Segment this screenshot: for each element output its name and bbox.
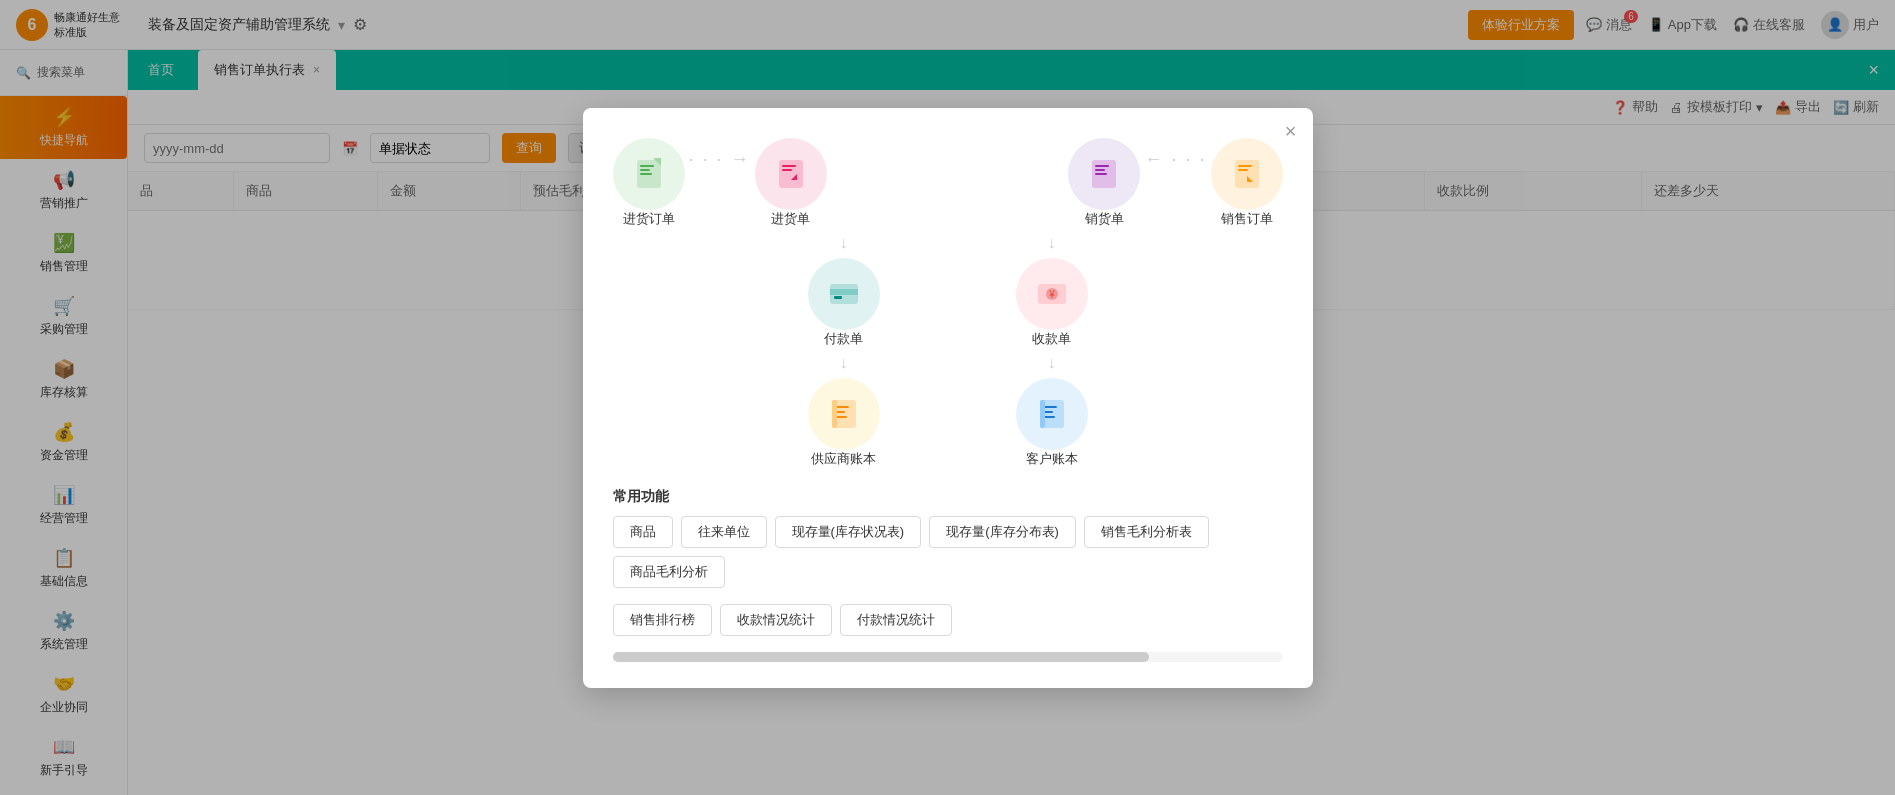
svg-rect-3 [640, 173, 652, 175]
svg-rect-29 [1040, 400, 1045, 428]
sales-order-label: 销售订单 [1221, 210, 1273, 228]
svg-rect-4 [779, 160, 803, 188]
purchase-order-icon [613, 138, 685, 210]
node-customer-account: 客户账本 [987, 378, 1117, 468]
func-buttons-row-1: 商品往来单位现存量(库存状况表)现存量(库存分布表)销售毛利分析表商品毛利分析销… [613, 516, 1283, 636]
purchase-order-label: 进货订单 [623, 210, 675, 228]
node-sales-order: 销售订单 [1211, 138, 1283, 228]
modal-scrollbar-thumb [613, 652, 1149, 662]
node-receipt: ¥ 收款单 [987, 258, 1117, 348]
func-btn-现存量(库存分布表)[interactable]: 现存量(库存分布表) [929, 516, 1076, 548]
modal-scrollbar[interactable] [613, 652, 1283, 662]
purchase-bill-label: 进货单 [771, 210, 810, 228]
modal-close-button[interactable]: × [1285, 120, 1297, 143]
arrow-1: · · · → [685, 149, 755, 198]
func-btn-销售排行榜[interactable]: 销售排行榜 [613, 604, 712, 636]
flow-row-5: 供应商账本 客户账本 [613, 378, 1283, 468]
svg-rect-16 [834, 296, 842, 299]
purchase-bill-icon [755, 138, 827, 210]
svg-rect-26 [1043, 406, 1057, 408]
svg-rect-6 [782, 169, 792, 171]
func-btn-商品毛利分析[interactable]: 商品毛利分析 [613, 556, 725, 588]
arrow-down-2: ↓ [987, 234, 1117, 252]
svg-rect-11 [1235, 160, 1259, 188]
func-btn-收款情况统计[interactable]: 收款情况统计 [720, 604, 832, 636]
node-sales-bill: 销货单 [1068, 138, 1140, 228]
node-payment: 付款单 [779, 258, 909, 348]
node-purchase-order: 进货订单 [613, 138, 685, 228]
svg-rect-12 [1238, 165, 1252, 167]
svg-rect-24 [832, 400, 837, 428]
svg-rect-8 [1095, 165, 1109, 167]
func-btn-付款情况统计[interactable]: 付款情况统计 [840, 604, 952, 636]
svg-rect-15 [830, 289, 858, 295]
flow-arrows-down-2: ↓ ↓ [613, 348, 1283, 378]
supplier-account-icon [808, 378, 880, 450]
receipt-icon: ¥ [1016, 258, 1088, 330]
arrow-2: ← · · · [1140, 149, 1210, 198]
func-btn-销售毛利分析表[interactable]: 销售毛利分析表 [1084, 516, 1209, 548]
supplier-account-label: 供应商账本 [811, 450, 876, 468]
arrow-down-1: ↓ [779, 234, 909, 252]
modal-overlay[interactable]: × 进货订单 · · · → 进货单 [0, 0, 1895, 795]
svg-rect-21 [835, 406, 849, 408]
flow-row-1: 进货订单 · · · → 进货单 销货单 ← · · · [613, 138, 1283, 228]
svg-rect-1 [640, 165, 654, 167]
node-purchase-bill: 进货单 [755, 138, 827, 228]
sales-bill-label: 销货单 [1085, 210, 1124, 228]
flow-arrows-down: ↓ ↓ [613, 228, 1283, 258]
flow-row-3: 付款单 ¥ 收款单 [613, 258, 1283, 348]
payment-label: 付款单 [824, 330, 863, 348]
svg-rect-2 [640, 169, 650, 171]
customer-account-icon [1016, 378, 1088, 450]
flow-diagram: 进货订单 · · · → 进货单 销货单 ← · · · [613, 138, 1283, 468]
func-btn-商品[interactable]: 商品 [613, 516, 673, 548]
svg-rect-10 [1095, 173, 1107, 175]
arrow-down-4: ↓ [987, 354, 1117, 372]
common-func-title: 常用功能 [613, 488, 1283, 506]
modal-box: × 进货订单 · · · → 进货单 [583, 108, 1313, 688]
sales-bill-icon [1068, 138, 1140, 210]
customer-account-label: 客户账本 [1026, 450, 1078, 468]
arrow-down-3: ↓ [779, 354, 909, 372]
svg-text:¥: ¥ [1048, 289, 1055, 300]
sales-order-icon [1211, 138, 1283, 210]
svg-rect-5 [782, 165, 796, 167]
svg-rect-13 [1238, 169, 1248, 171]
func-btn-往来单位[interactable]: 往来单位 [681, 516, 767, 548]
svg-rect-9 [1095, 169, 1105, 171]
func-btn-现存量(库存状况表)[interactable]: 现存量(库存状况表) [775, 516, 922, 548]
payment-icon [808, 258, 880, 330]
node-supplier-account: 供应商账本 [779, 378, 909, 468]
common-functions: 常用功能 商品往来单位现存量(库存状况表)现存量(库存分布表)销售毛利分析表商品… [613, 488, 1283, 636]
receipt-label: 收款单 [1032, 330, 1071, 348]
